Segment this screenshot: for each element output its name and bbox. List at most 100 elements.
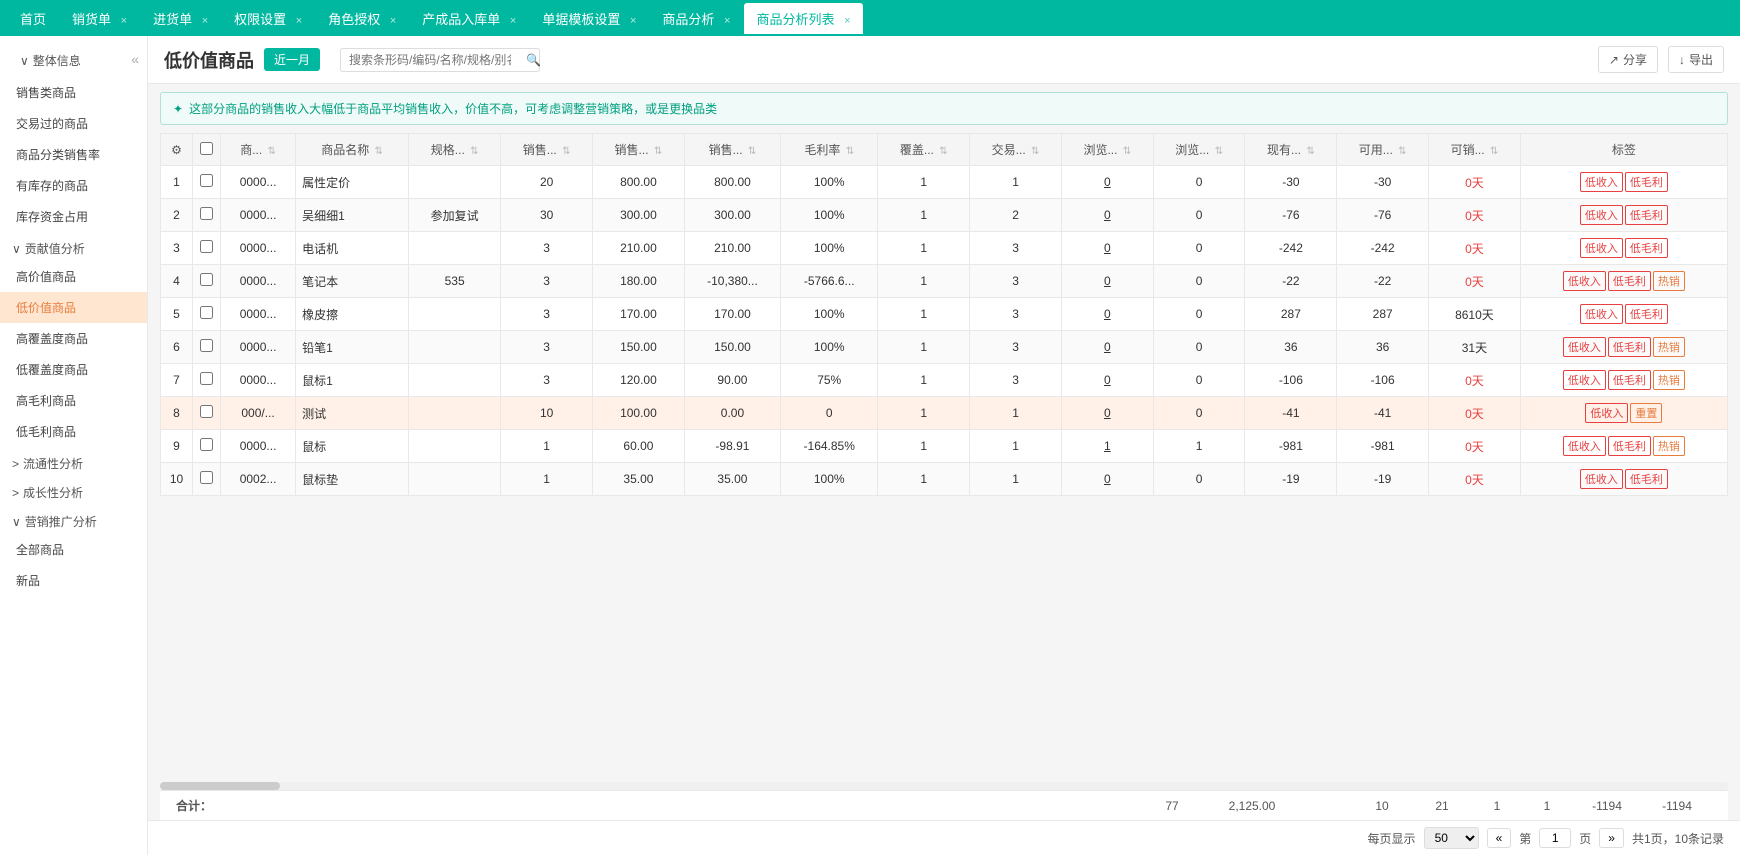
views-link[interactable]: 0 [1104,373,1111,387]
share-btn[interactable]: ↗ 分享 [1598,46,1658,73]
close-purchase-icon[interactable]: × [202,15,208,27]
row-checkbox[interactable] [200,273,213,286]
close-roles-icon[interactable]: × [390,15,396,27]
row-checkbox[interactable] [200,207,213,220]
row-checkbox-cell[interactable] [193,265,221,298]
col-available[interactable]: 可用... ⇅ [1337,134,1429,166]
nav-analysis-list[interactable]: 商品分析列表 × [744,3,862,34]
close-permissions-icon[interactable]: × [296,15,302,27]
nav-permissions[interactable]: 权限设置 × [222,3,314,34]
close-analysis-list-icon[interactable]: × [844,15,850,27]
col-sales-qty[interactable]: 销售... ⇅ [501,134,593,166]
sidebar-item-high-value[interactable]: 高价值商品 [0,261,147,292]
first-page-btn[interactable]: « [1487,828,1512,848]
row-views1[interactable]: 0 [1061,298,1153,331]
row-checkbox[interactable] [200,372,213,385]
sidebar-group-growth[interactable]: > 成长性分析 [0,476,147,505]
sidebar-item-all-goods[interactable]: 全部商品 [0,534,147,565]
views-link[interactable]: 0 [1104,406,1111,420]
horizontal-scrollbar[interactable] [160,782,1728,790]
row-checkbox-cell[interactable] [193,298,221,331]
col-transactions[interactable]: 交易... ⇅ [970,134,1062,166]
views-link[interactable]: 0 [1104,208,1111,222]
table-container[interactable]: ⚙ 商... ⇅ 商品名称 ⇅ 规格... ⇅ 销售... ⇅ 销售... ⇅ … [160,133,1728,782]
nav-products[interactable]: 产成品入库单 × [410,3,528,34]
row-checkbox-cell[interactable] [193,166,221,199]
col-settings[interactable]: ⚙ [161,134,193,166]
col-code[interactable]: 商... ⇅ [221,134,296,166]
export-btn[interactable]: ↓ 导出 [1668,46,1724,73]
row-checkbox-cell[interactable] [193,397,221,430]
row-views1[interactable]: 0 [1061,364,1153,397]
close-analysis-icon[interactable]: × [724,15,730,27]
search-input[interactable] [340,48,540,72]
close-products-icon[interactable]: × [510,15,516,27]
row-checkbox-cell[interactable] [193,430,221,463]
col-sellable[interactable]: 可销... ⇅ [1429,134,1521,166]
col-spec[interactable]: 规格... ⇅ [409,134,501,166]
nav-templates[interactable]: 单据模板设置 × [530,3,648,34]
nav-purchase[interactable]: 进货单 × [141,3,220,34]
row-views1[interactable]: 0 [1061,166,1153,199]
row-checkbox-cell[interactable] [193,331,221,364]
sidebar-collapse-btn[interactable]: « [131,51,139,67]
sidebar-item-low-coverage[interactable]: 低覆盖度商品 [0,354,147,385]
row-checkbox[interactable] [200,405,213,418]
sidebar-item-high-margin[interactable]: 高毛利商品 [0,385,147,416]
row-checkbox[interactable] [200,174,213,187]
page-number-input[interactable] [1539,828,1571,848]
filter-recent-month-btn[interactable]: 近一月 [264,48,320,71]
col-views2[interactable]: 浏览... ⇅ [1153,134,1245,166]
views-link[interactable]: 0 [1104,241,1111,255]
sidebar-item-traded-goods[interactable]: 交易过的商品 [0,108,147,139]
row-views1[interactable]: 0 [1061,232,1153,265]
views-link[interactable]: 0 [1104,340,1111,354]
row-views1[interactable]: 0 [1061,265,1153,298]
views-link[interactable]: 0 [1104,175,1111,189]
views-link[interactable]: 0 [1104,307,1111,321]
col-current-stock[interactable]: 现有... ⇅ [1245,134,1337,166]
col-coverage[interactable]: 覆盖... ⇅ [878,134,970,166]
sidebar-item-low-value[interactable]: 低价值商品 [0,292,147,323]
row-views1[interactable]: 0 [1061,331,1153,364]
row-checkbox[interactable] [200,471,213,484]
col-views1[interactable]: 浏览... ⇅ [1061,134,1153,166]
views-link[interactable]: 1 [1104,439,1111,453]
row-checkbox-cell[interactable] [193,463,221,496]
sidebar-item-high-coverage[interactable]: 高覆盖度商品 [0,323,147,354]
nav-roles[interactable]: 角色授权 × [316,3,408,34]
nav-sales[interactable]: 销货单 × [60,3,139,34]
col-checkbox[interactable] [193,134,221,166]
page-size-select[interactable]: 50 100 200 [1424,827,1479,849]
row-checkbox[interactable] [200,339,213,352]
select-all-checkbox[interactable] [200,142,213,155]
nav-analysis[interactable]: 商品分析 × [650,3,742,34]
col-gross-margin[interactable]: 毛利率 ⇅ [781,134,878,166]
sidebar-item-new-goods[interactable]: 新品 [0,565,147,596]
row-views1[interactable]: 0 [1061,463,1153,496]
row-checkbox-cell[interactable] [193,232,221,265]
row-views1[interactable]: 0 [1061,397,1153,430]
col-sales-price[interactable]: 销售... ⇅ [593,134,685,166]
col-sales-amount[interactable]: 销售... ⇅ [684,134,780,166]
row-checkbox[interactable] [200,438,213,451]
row-checkbox-cell[interactable] [193,364,221,397]
views-link[interactable]: 0 [1104,274,1111,288]
row-views1[interactable]: 1 [1061,430,1153,463]
sidebar-item-sales-goods[interactable]: 销售类商品 [0,77,147,108]
close-templates-icon[interactable]: × [630,15,636,27]
last-page-btn[interactable]: » [1599,828,1624,848]
scrollbar-thumb[interactable] [160,782,280,790]
row-checkbox[interactable] [200,240,213,253]
row-checkbox[interactable] [200,306,213,319]
sidebar-item-category-sales[interactable]: 商品分类销售率 [0,139,147,170]
sidebar-group-circulation[interactable]: > 流通性分析 [0,447,147,476]
sidebar-item-inventory-funds[interactable]: 库存资金占用 [0,201,147,232]
views-link[interactable]: 0 [1104,472,1111,486]
row-views1[interactable]: 0 [1061,199,1153,232]
sidebar-item-low-margin[interactable]: 低毛利商品 [0,416,147,447]
sidebar-item-stock-goods[interactable]: 有库存的商品 [0,170,147,201]
nav-home[interactable]: 首页 [8,3,58,34]
row-checkbox-cell[interactable] [193,199,221,232]
col-name[interactable]: 商品名称 ⇅ [296,134,409,166]
